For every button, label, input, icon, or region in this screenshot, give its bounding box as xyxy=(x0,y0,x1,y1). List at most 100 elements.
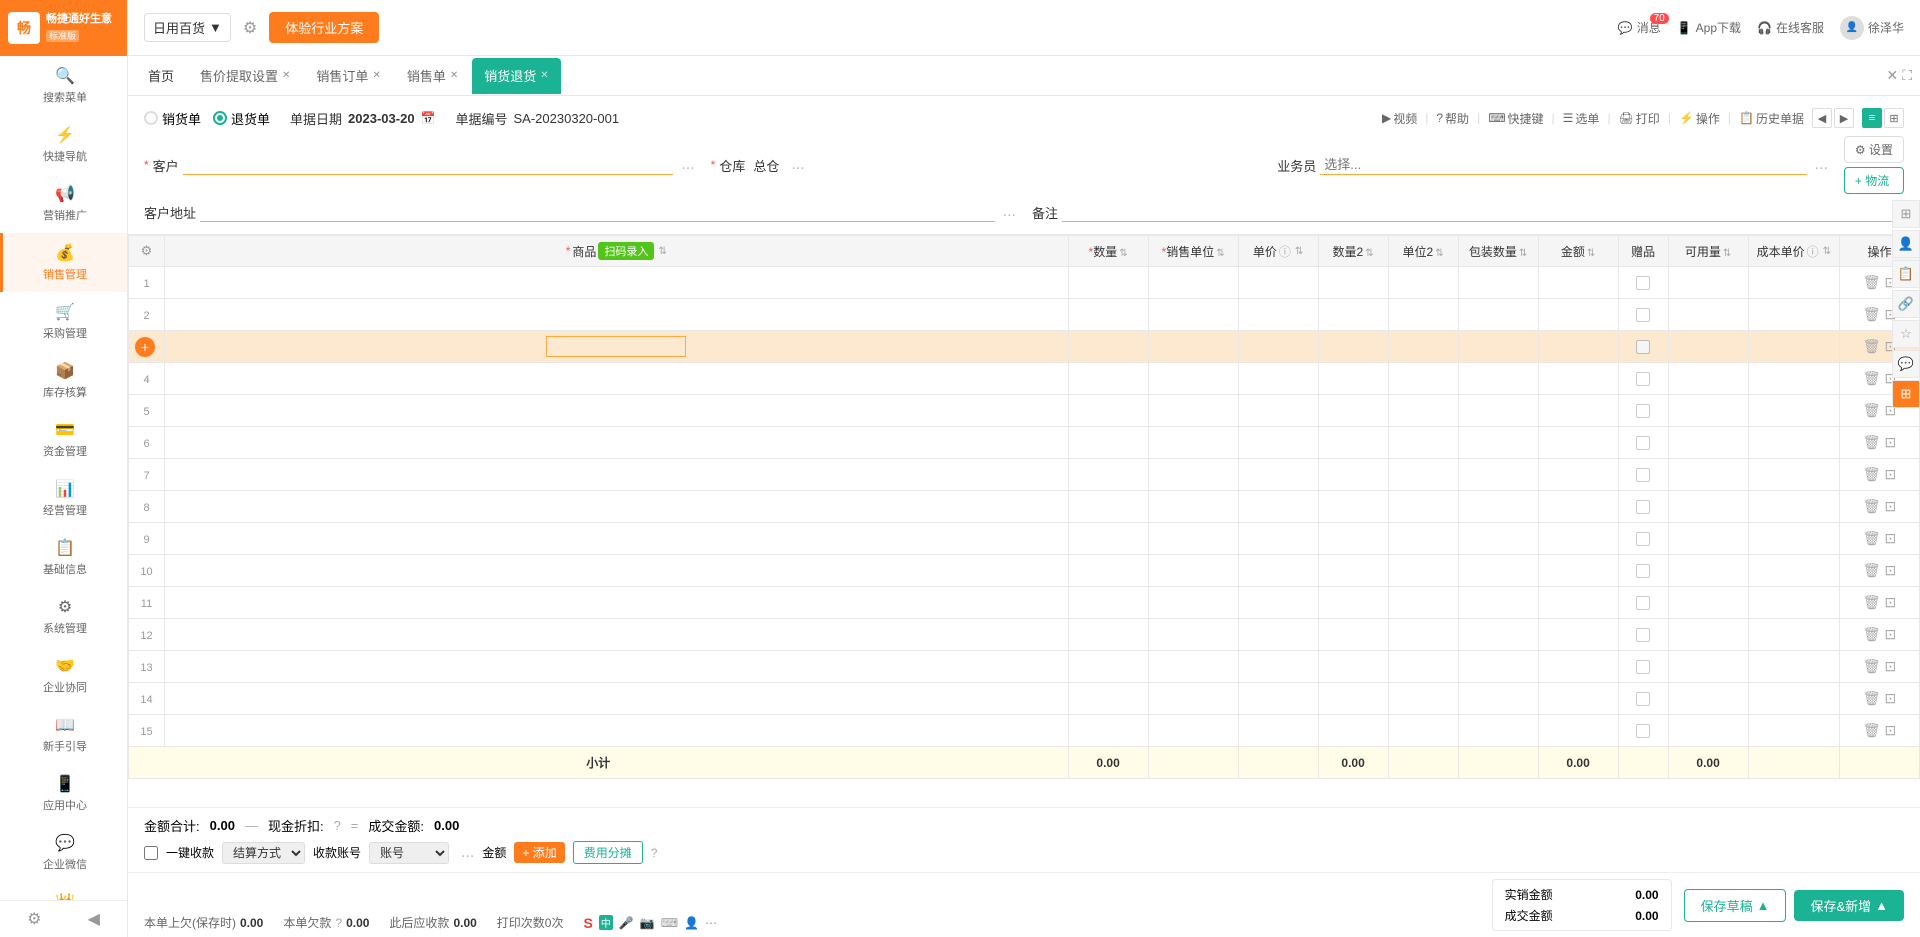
more-icon[interactable]: ⋯ xyxy=(705,916,717,930)
right-panel-btn-4[interactable]: 🔗 xyxy=(1892,290,1920,318)
notification-item[interactable]: 💬 消息 70 xyxy=(1618,19,1661,36)
cost-sort[interactable]: ⇅ xyxy=(1823,246,1831,257)
row-avail-cell-10[interactable] xyxy=(1668,555,1748,587)
row-pack-cell-9[interactable] xyxy=(1458,523,1538,555)
gift-checkbox-2[interactable] xyxy=(1636,308,1650,322)
row-pack-cell-14[interactable] xyxy=(1458,683,1538,715)
row-product-cell-7[interactable] xyxy=(165,459,1069,491)
gift-checkbox-8[interactable] xyxy=(1636,500,1650,514)
delete-icon-9[interactable]: 🗑 xyxy=(1863,530,1881,547)
sidebar-item-6[interactable]: 💳资金管理 xyxy=(0,410,127,469)
row-unit-cell-1[interactable] xyxy=(1148,267,1238,299)
row-avail-cell-4[interactable] xyxy=(1668,363,1748,395)
row-qty2-cell-9[interactable] xyxy=(1318,523,1388,555)
sidebar-item-14[interactable]: 👑畅会员 xyxy=(0,882,127,900)
account-select[interactable]: 账号 xyxy=(369,842,449,864)
row-product-cell-10[interactable] xyxy=(165,555,1069,587)
row-avail-cell-7[interactable] xyxy=(1668,459,1748,491)
add-row-btn[interactable]: + xyxy=(135,337,155,357)
row-qty2-cell-8[interactable] xyxy=(1318,491,1388,523)
row-amount-cell-8[interactable] xyxy=(1538,491,1618,523)
row-pack-cell-7[interactable] xyxy=(1458,459,1538,491)
row-unit2-cell-2[interactable] xyxy=(1388,299,1458,331)
sidebar-item-9[interactable]: ⚙系统管理 xyxy=(0,587,127,646)
row-qty-cell-4[interactable] xyxy=(1068,363,1148,395)
account-dots[interactable]: ... xyxy=(461,844,474,862)
row-qty2-cell-12[interactable] xyxy=(1318,619,1388,651)
radio-sales[interactable]: 销货单 xyxy=(144,109,201,128)
row-cost-cell-13[interactable] xyxy=(1748,651,1839,683)
row-qty-cell-10[interactable] xyxy=(1068,555,1148,587)
copy-icon-10[interactable]: ⊡ xyxy=(1885,562,1897,579)
delete-icon-14[interactable]: 🗑 xyxy=(1863,690,1881,707)
row-unit-cell-5[interactable] xyxy=(1148,395,1238,427)
row-qty2-cell-6[interactable] xyxy=(1318,427,1388,459)
sidebar-item-12[interactable]: 📱应用中心 xyxy=(0,764,127,823)
row-qty2-cell-13[interactable] xyxy=(1318,651,1388,683)
row-pack-cell-15[interactable] xyxy=(1458,715,1538,747)
row-qty2-cell-7[interactable] xyxy=(1318,459,1388,491)
row-unit-cell-9[interactable] xyxy=(1148,523,1238,555)
price-info-icon[interactable]: ⓘ xyxy=(1279,243,1291,260)
radio-return[interactable]: 退货单 xyxy=(213,109,270,128)
sidebar-item-7[interactable]: 📊经营管理 xyxy=(0,469,127,528)
row-unit2-cell-5[interactable] xyxy=(1388,395,1458,427)
row-product-cell-5[interactable] xyxy=(165,395,1069,427)
row-unit2-cell-7[interactable] xyxy=(1388,459,1458,491)
history-btn[interactable]: 📋历史单据 xyxy=(1739,110,1804,127)
delete-icon-5[interactable]: 🗑 xyxy=(1863,402,1881,419)
tab-item-1[interactable]: 售价提取设置✕ xyxy=(188,58,302,94)
row-amount-cell-10[interactable] xyxy=(1538,555,1618,587)
row-unit2-cell-11[interactable] xyxy=(1388,587,1458,619)
delete-icon-6[interactable]: 🗑 xyxy=(1863,434,1881,451)
close-tab-btn[interactable]: ✕ xyxy=(1886,67,1898,84)
select-btn[interactable]: ☰选单 xyxy=(1563,110,1600,127)
row-unit-cell-11[interactable] xyxy=(1148,587,1238,619)
row-product-cell-1[interactable] xyxy=(165,267,1069,299)
row-qty-cell-5[interactable] xyxy=(1068,395,1148,427)
tab-close-3[interactable]: ✕ xyxy=(450,70,458,81)
product-sort[interactable]: ⇅ xyxy=(658,246,666,257)
row-pack-cell-10[interactable] xyxy=(1458,555,1538,587)
customer-dots[interactable]: ... xyxy=(681,156,694,174)
copy-icon-9[interactable]: ⊡ xyxy=(1885,530,1897,547)
row-product-cell-14[interactable] xyxy=(165,683,1069,715)
delete-icon-7[interactable]: 🗑 xyxy=(1863,466,1881,483)
delete-icon-15[interactable]: 🗑 xyxy=(1863,722,1881,739)
expense-help-icon[interactable]: ? xyxy=(651,846,658,860)
row-cost-cell-10[interactable] xyxy=(1748,555,1839,587)
row-price-cell-15[interactable] xyxy=(1238,715,1318,747)
row-unit2-cell-13[interactable] xyxy=(1388,651,1458,683)
right-panel-btn-3[interactable]: 📋 xyxy=(1892,260,1920,288)
row-avail-cell-2[interactable] xyxy=(1668,299,1748,331)
list-view-btn[interactable]: ≡ xyxy=(1862,108,1882,128)
row-price-cell-3[interactable] xyxy=(1238,331,1318,363)
row-cost-cell-3[interactable] xyxy=(1748,331,1839,363)
row-unit2-cell-4[interactable] xyxy=(1388,363,1458,395)
row-unit2-cell-10[interactable] xyxy=(1388,555,1458,587)
row-qty2-cell-3[interactable] xyxy=(1318,331,1388,363)
row-product-cell-8[interactable] xyxy=(165,491,1069,523)
row-qty2-cell-10[interactable] xyxy=(1318,555,1388,587)
delete-icon-8[interactable]: 🗑 xyxy=(1863,498,1881,515)
right-panel-btn-6[interactable]: 💬 xyxy=(1892,350,1920,378)
delete-icon-13[interactable]: 🗑 xyxy=(1863,658,1881,675)
row-avail-cell-13[interactable] xyxy=(1668,651,1748,683)
camera-icon[interactable]: 📷 xyxy=(640,916,655,930)
row-unit-cell-13[interactable] xyxy=(1148,651,1238,683)
row-unit-cell-7[interactable] xyxy=(1148,459,1238,491)
logistics-btn[interactable]: + 物流 xyxy=(1844,167,1904,194)
row-pack-cell-4[interactable] xyxy=(1458,363,1538,395)
cost-info-icon[interactable]: ⓘ xyxy=(1807,243,1819,260)
row-qty-cell-6[interactable] xyxy=(1068,427,1148,459)
salesperson-dots[interactable]: ... xyxy=(1815,156,1828,174)
gift-checkbox-1[interactable] xyxy=(1636,276,1650,290)
address-dots[interactable]: ... xyxy=(1003,203,1016,221)
expand-tab-btn[interactable]: ⛶ xyxy=(1902,67,1912,84)
grid-view-btn[interactable]: ⊞ xyxy=(1884,108,1904,128)
tab-close-1[interactable]: ✕ xyxy=(282,70,290,81)
row-qty-cell-1[interactable] xyxy=(1068,267,1148,299)
gift-checkbox-6[interactable] xyxy=(1636,436,1650,450)
row-cost-cell-8[interactable] xyxy=(1748,491,1839,523)
row-product-cell-11[interactable] xyxy=(165,587,1069,619)
